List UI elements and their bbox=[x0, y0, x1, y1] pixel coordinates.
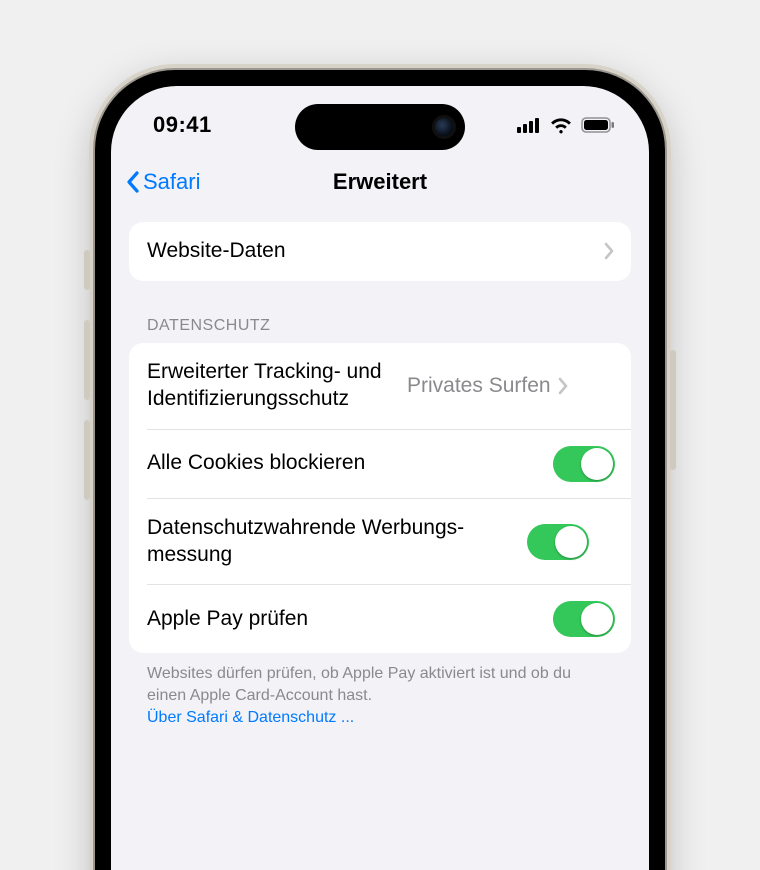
row-value: Privates Surfen bbox=[407, 374, 551, 398]
page-title: Erweitert bbox=[333, 169, 427, 195]
side-button bbox=[84, 250, 90, 290]
row-label: Datenschutzwahrende Werbungs­messung bbox=[147, 515, 527, 569]
toggle-privacy-ad-measurement[interactable] bbox=[527, 524, 589, 560]
row-label: Website-Daten bbox=[147, 238, 603, 265]
battery-icon bbox=[581, 117, 615, 133]
phone-frame: 09:41 bbox=[95, 70, 665, 870]
toggle-block-cookies[interactable] bbox=[553, 446, 615, 482]
nav-bar: Safari Erweitert bbox=[111, 154, 649, 210]
chevron-left-icon bbox=[125, 170, 141, 194]
row-block-cookies: Alle Cookies blockieren bbox=[147, 429, 631, 498]
group-website-data: Website-Daten bbox=[129, 222, 631, 281]
wifi-icon bbox=[549, 116, 573, 134]
row-website-data[interactable]: Website-Daten bbox=[129, 222, 631, 281]
about-safari-privacy-link[interactable]: Über Safari & Datenschutz ... bbox=[147, 709, 354, 726]
status-indicators bbox=[517, 106, 615, 134]
section-header-privacy: DATENSCHUTZ bbox=[129, 317, 631, 343]
chevron-right-icon bbox=[557, 377, 569, 395]
side-button bbox=[670, 350, 676, 470]
back-button[interactable]: Safari bbox=[125, 169, 200, 195]
group-privacy: Erweiterter Tracking- und Identifizierun… bbox=[129, 343, 631, 654]
row-apple-pay-check: Apple Pay prüfen bbox=[147, 584, 631, 653]
toggle-apple-pay-check[interactable] bbox=[553, 601, 615, 637]
footer-text: Websites dürfen prüfen, ob Apple Pay akt… bbox=[147, 665, 571, 704]
row-label: Erweiterter Tracking- und Identifizierun… bbox=[147, 359, 407, 413]
status-time: 09:41 bbox=[145, 102, 212, 138]
screen: 09:41 bbox=[111, 86, 649, 870]
stage: 09:41 bbox=[0, 0, 760, 870]
row-label: Alle Cookies blockieren bbox=[147, 450, 553, 477]
row-privacy-ad-measurement: Datenschutzwahrende Werbungs­messung bbox=[147, 498, 631, 585]
status-bar: 09:41 bbox=[111, 86, 649, 154]
content: Website-Daten DATENSCHUTZ Erweiterter Tr… bbox=[111, 210, 649, 728]
chevron-right-icon bbox=[603, 242, 615, 260]
cellular-icon bbox=[517, 117, 541, 133]
back-label: Safari bbox=[143, 169, 200, 195]
row-tracking-protection[interactable]: Erweiterter Tracking- und Identifizierun… bbox=[129, 343, 631, 429]
footer-note: Websites dürfen prüfen, ob Apple Pay akt… bbox=[129, 653, 631, 728]
side-button bbox=[84, 320, 90, 400]
row-label: Apple Pay prüfen bbox=[147, 606, 553, 633]
side-button bbox=[84, 420, 90, 500]
